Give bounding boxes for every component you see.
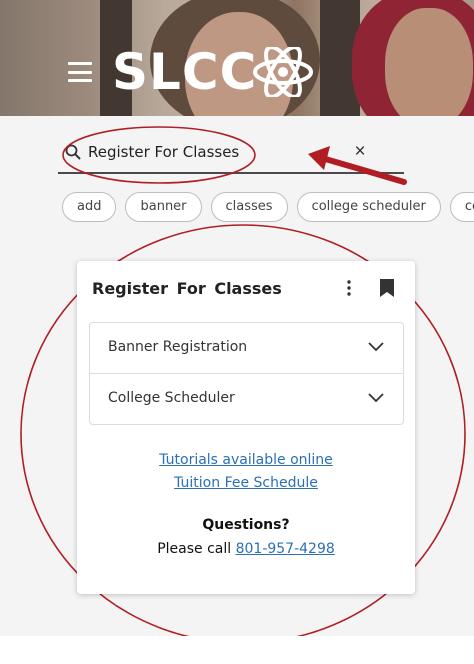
card-links: Tutorials available online Tuition Fee S… [77,449,415,495]
menu-bar [68,70,92,74]
accordion-item-college-scheduler[interactable]: College Scheduler [90,373,403,424]
header-banner: SLCC [0,0,474,116]
call-prefix: Please call [157,541,232,557]
chevron-down-icon [368,393,384,403]
accordion-item-label: Banner Registration [108,339,248,355]
search-input[interactable] [88,139,348,165]
slcc-logo[interactable]: SLCC [112,42,315,102]
chevron-down-icon [368,342,384,352]
chip-banner[interactable]: banner [125,192,202,222]
card-title: Register For Classes [92,279,282,298]
menu-bar [68,79,92,82]
result-card: Register For Classes Banner Registration… [77,261,415,594]
chip-college-scheduler[interactable]: college scheduler [296,192,441,222]
accordion-item-banner-registration[interactable]: Banner Registration [90,323,403,373]
atom-orbit-emblem-icon [253,47,314,97]
accordion: Banner Registration College Scheduler [89,322,404,425]
more-vert-icon[interactable] [339,277,359,299]
hamburger-menu-icon[interactable] [68,62,92,82]
accordion-item-label: College Scheduler [108,390,235,406]
menu-bar [68,62,92,65]
tuition-fee-schedule-link[interactable]: Tuition Fee Schedule [77,472,415,495]
page-footer-strip [0,636,474,664]
search-bar: × [58,134,404,174]
chip-classes[interactable]: classes [210,192,288,222]
logo-text: SLCC [112,43,258,101]
suggestion-chips: add banner classes college scheduler co [62,192,474,222]
close-icon[interactable]: × [348,140,372,164]
bookmark-icon[interactable] [379,278,395,298]
chip-truncated[interactable]: co [449,192,474,222]
call-line: Please call 801-957-4298 [77,541,415,557]
chip-add[interactable]: add [62,192,117,222]
tutorials-link[interactable]: Tutorials available online [77,449,415,472]
questions-heading: Questions? [202,517,290,533]
phone-link[interactable]: 801-957-4298 [236,541,335,557]
search-icon[interactable] [65,144,81,160]
